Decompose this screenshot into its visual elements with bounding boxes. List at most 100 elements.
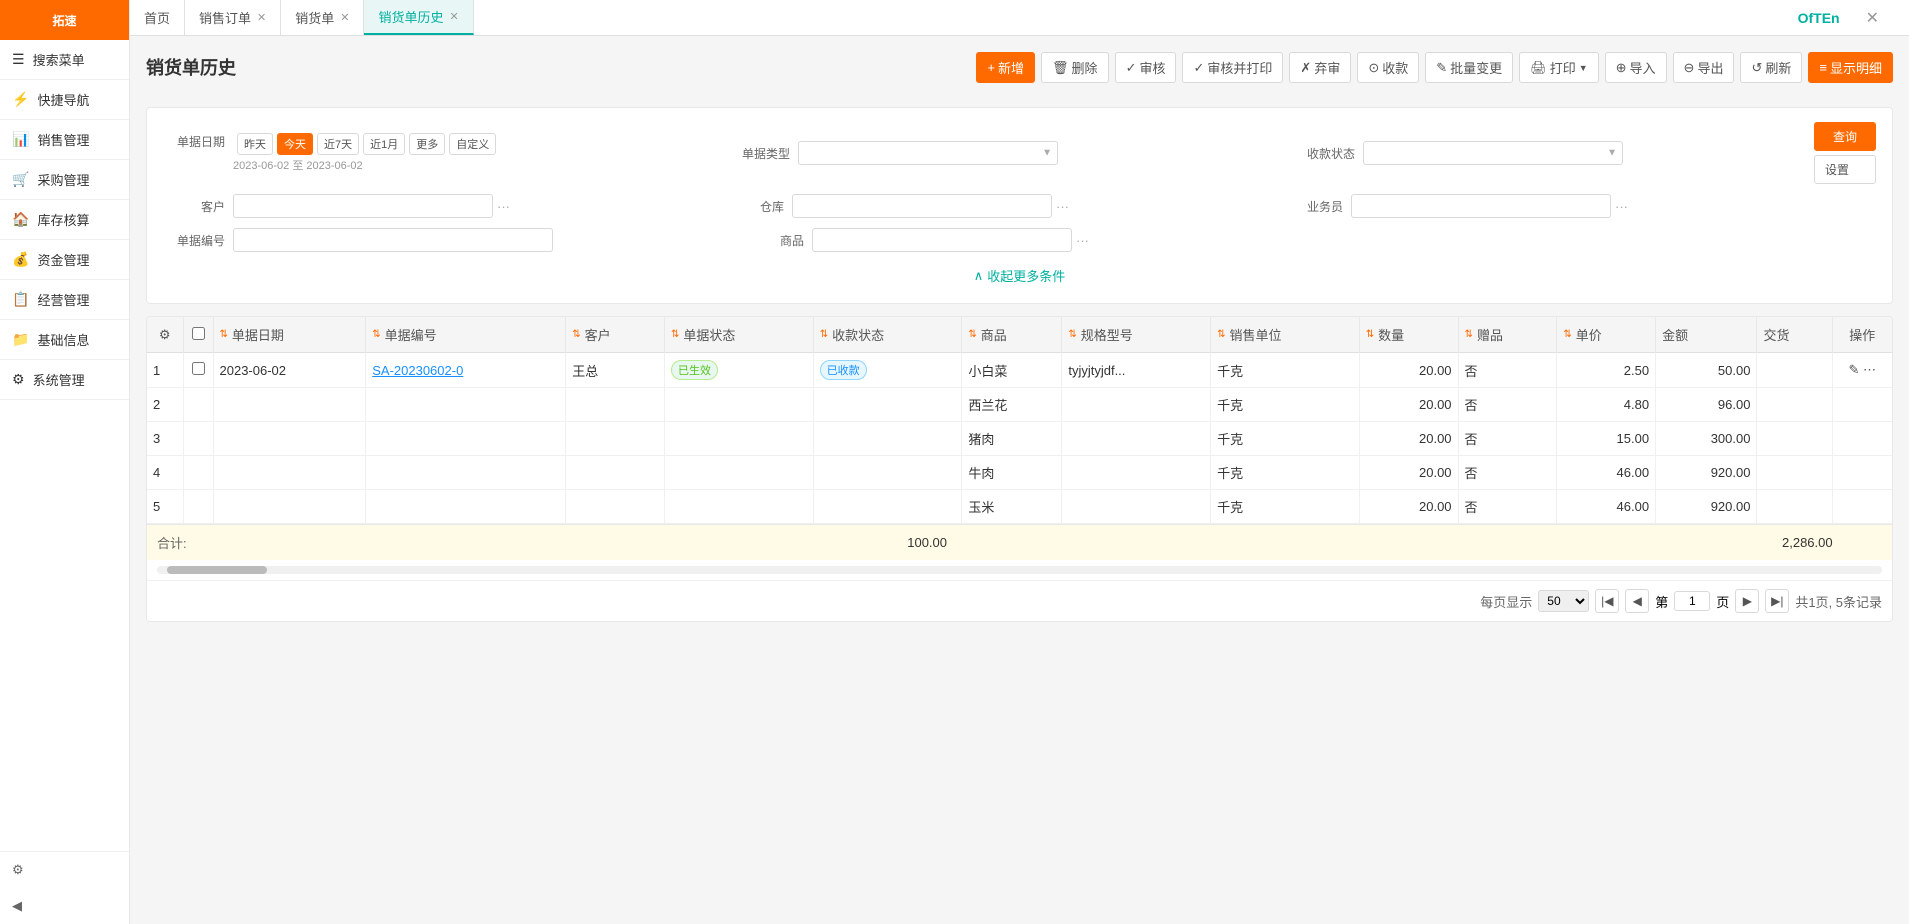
th-date[interactable]: ⇅ 单据日期	[213, 317, 366, 353]
tab-sales-history-close[interactable]: ✕	[450, 10, 459, 23]
customer-dots[interactable]: ···	[497, 199, 510, 214]
collect-button[interactable]: ⊙ 收款	[1357, 52, 1419, 83]
sidebar-item-label: 快捷导航	[37, 90, 89, 109]
sidebar-item-inventory[interactable]: 🏠 库存核算	[0, 200, 129, 240]
cell-checkbox[interactable]	[183, 388, 213, 422]
th-unit[interactable]: ⇅ 销售单位	[1211, 317, 1360, 353]
edit-op-icon[interactable]: ✎	[1848, 362, 1859, 377]
docno-link[interactable]: SA-20230602-0	[372, 363, 463, 378]
sidebar-item-operations[interactable]: 📋 经营管理	[0, 280, 129, 320]
th-payment-status[interactable]: ⇅ 收款状态	[813, 317, 962, 353]
sidebar-item-basic-info[interactable]: 📁 基础信息	[0, 320, 129, 360]
warehouse-label: 仓库	[722, 198, 792, 215]
date-btn-more[interactable]: 更多	[409, 133, 445, 155]
add-button[interactable]: + 新增	[976, 52, 1035, 83]
row-checkbox[interactable]	[192, 362, 205, 375]
date-btn-today[interactable]: 今天	[277, 133, 313, 155]
th-doc-status[interactable]: ⇅ 单据状态	[664, 317, 813, 353]
date-btn-yesterday[interactable]: 昨天	[237, 133, 273, 155]
collapse-button[interactable]: ∧ 收起更多条件	[163, 262, 1876, 289]
th-checkbox[interactable]	[183, 317, 213, 353]
cell-date: 2023-06-02	[213, 353, 366, 388]
scrollbar-thumb[interactable]	[167, 566, 267, 574]
salesperson-input[interactable]	[1351, 194, 1611, 218]
page-label-after: 页	[1716, 592, 1729, 611]
page-last-button[interactable]: ▶|	[1765, 589, 1789, 613]
doc-type-select-wrap: ▼	[798, 141, 1058, 165]
data-table: ⚙ ⇅ 单据日期 ⇅	[147, 317, 1892, 524]
horizontal-scrollbar[interactable]	[157, 566, 1882, 574]
cell-checkbox[interactable]	[183, 353, 213, 388]
th-goods[interactable]: ⇅ 商品	[962, 317, 1062, 353]
cell-checkbox[interactable]	[183, 456, 213, 490]
audit-print-button[interactable]: ✓ 审核并打印	[1182, 52, 1283, 83]
cell-checkbox[interactable]	[183, 490, 213, 524]
date-btn-7days[interactable]: 近7天	[317, 133, 359, 155]
query-button[interactable]: 查询	[1814, 122, 1876, 151]
date-btn-custom[interactable]: 自定义	[449, 133, 496, 155]
customer-input[interactable]	[233, 194, 493, 218]
goods-input[interactable]	[812, 228, 1072, 252]
sidebar-item-search-menu[interactable]: ☰ 搜索菜单	[0, 40, 129, 80]
export-button[interactable]: ⊖ 导出	[1673, 52, 1735, 83]
doc-status-badge: 已生效	[671, 360, 718, 380]
pagination-bar: 每页显示 50 100 |◀ ◀ 第 页 ▶ ▶| 共1页, 5条记录	[147, 580, 1892, 621]
audit-button[interactable]: ✓ 审核	[1115, 52, 1177, 83]
cell-ops	[1832, 422, 1892, 456]
page-prev-button[interactable]: ◀	[1625, 589, 1649, 613]
print-button[interactable]: 🖨 打印 ▼	[1519, 52, 1598, 83]
more-op-icon[interactable]: ⋯	[1863, 362, 1876, 377]
import-button[interactable]: ⊕ 导入	[1605, 52, 1667, 83]
show-detail-button[interactable]: ≡ 显示明细	[1808, 52, 1893, 83]
th-price[interactable]: ⇅ 单价	[1557, 317, 1656, 353]
warehouse-dots[interactable]: ···	[1056, 199, 1069, 214]
th-qty[interactable]: ⇅ 数量	[1359, 317, 1458, 353]
settings-filter-button[interactable]: 设置	[1814, 155, 1876, 184]
page-size-select[interactable]: 50 100	[1538, 590, 1589, 612]
refresh-button[interactable]: ↺ 刷新	[1740, 52, 1802, 83]
delete-label: 删除	[1072, 58, 1098, 77]
sort-date-icon: ⇅	[220, 329, 228, 340]
page-first-button[interactable]: |◀	[1595, 589, 1619, 613]
cell-no: 2	[147, 388, 183, 422]
cell-checkbox[interactable]	[183, 422, 213, 456]
cell-price: 46.00	[1557, 456, 1656, 490]
doc-type-select[interactable]	[798, 141, 1058, 165]
window-close-button[interactable]: ✕	[1852, 8, 1893, 28]
print-dropdown-icon: ▼	[1579, 63, 1588, 73]
docno-input[interactable]	[233, 228, 553, 252]
th-customer[interactable]: ⇅ 客户	[566, 317, 665, 353]
page-next-button[interactable]: ▶	[1735, 589, 1759, 613]
warehouse-input[interactable]	[792, 194, 1052, 218]
th-spec[interactable]: ⇅ 规格型号	[1062, 317, 1211, 353]
tab-sales-goods-close[interactable]: ✕	[340, 11, 349, 24]
batch-change-button[interactable]: ✎ 批量变更	[1425, 52, 1513, 83]
batch-change-icon: ✎	[1436, 60, 1447, 76]
payment-status-select[interactable]	[1363, 141, 1623, 165]
sidebar-bottom-settings[interactable]: ⚙	[0, 852, 129, 888]
th-gift[interactable]: ⇅ 赠品	[1458, 317, 1557, 353]
customer-label: 客户	[163, 198, 233, 215]
select-all-checkbox[interactable]	[192, 327, 205, 340]
sidebar-item-quick-nav[interactable]: ⚡ 快捷导航	[0, 80, 129, 120]
goods-dots[interactable]: ···	[1076, 233, 1089, 248]
tab-sales-order-close[interactable]: ✕	[257, 11, 266, 24]
tab-home[interactable]: 首页	[130, 0, 185, 35]
date-btn-1month[interactable]: 近1月	[363, 133, 405, 155]
tab-sales-order[interactable]: 销售订单 ✕	[185, 0, 281, 35]
sidebar-item-purchase-mgmt[interactable]: 🛒 采购管理	[0, 160, 129, 200]
sidebar-bottom-collapse[interactable]: ◀	[0, 888, 129, 924]
salesperson-dots[interactable]: ···	[1615, 199, 1628, 214]
tab-sales-goods[interactable]: 销货单 ✕	[281, 0, 364, 35]
th-settings[interactable]: ⚙	[147, 317, 183, 353]
page-number-input[interactable]	[1674, 591, 1710, 611]
sidebar-bottom: ⚙ ◀	[0, 851, 129, 924]
tab-sales-history[interactable]: 销货单历史 ✕	[364, 0, 473, 35]
th-spec-label: 规格型号	[1081, 325, 1133, 344]
delete-button[interactable]: 🗑 删除	[1041, 52, 1109, 83]
th-docno[interactable]: ⇅ 单据编号	[366, 317, 566, 353]
sidebar-item-sales-mgmt[interactable]: 📊 销售管理	[0, 120, 129, 160]
sidebar-item-finance[interactable]: 💰 资金管理	[0, 240, 129, 280]
abandon-button[interactable]: ✗ 弃审	[1289, 52, 1351, 83]
sidebar-item-sys-mgmt[interactable]: ⚙ 系统管理	[0, 360, 129, 400]
